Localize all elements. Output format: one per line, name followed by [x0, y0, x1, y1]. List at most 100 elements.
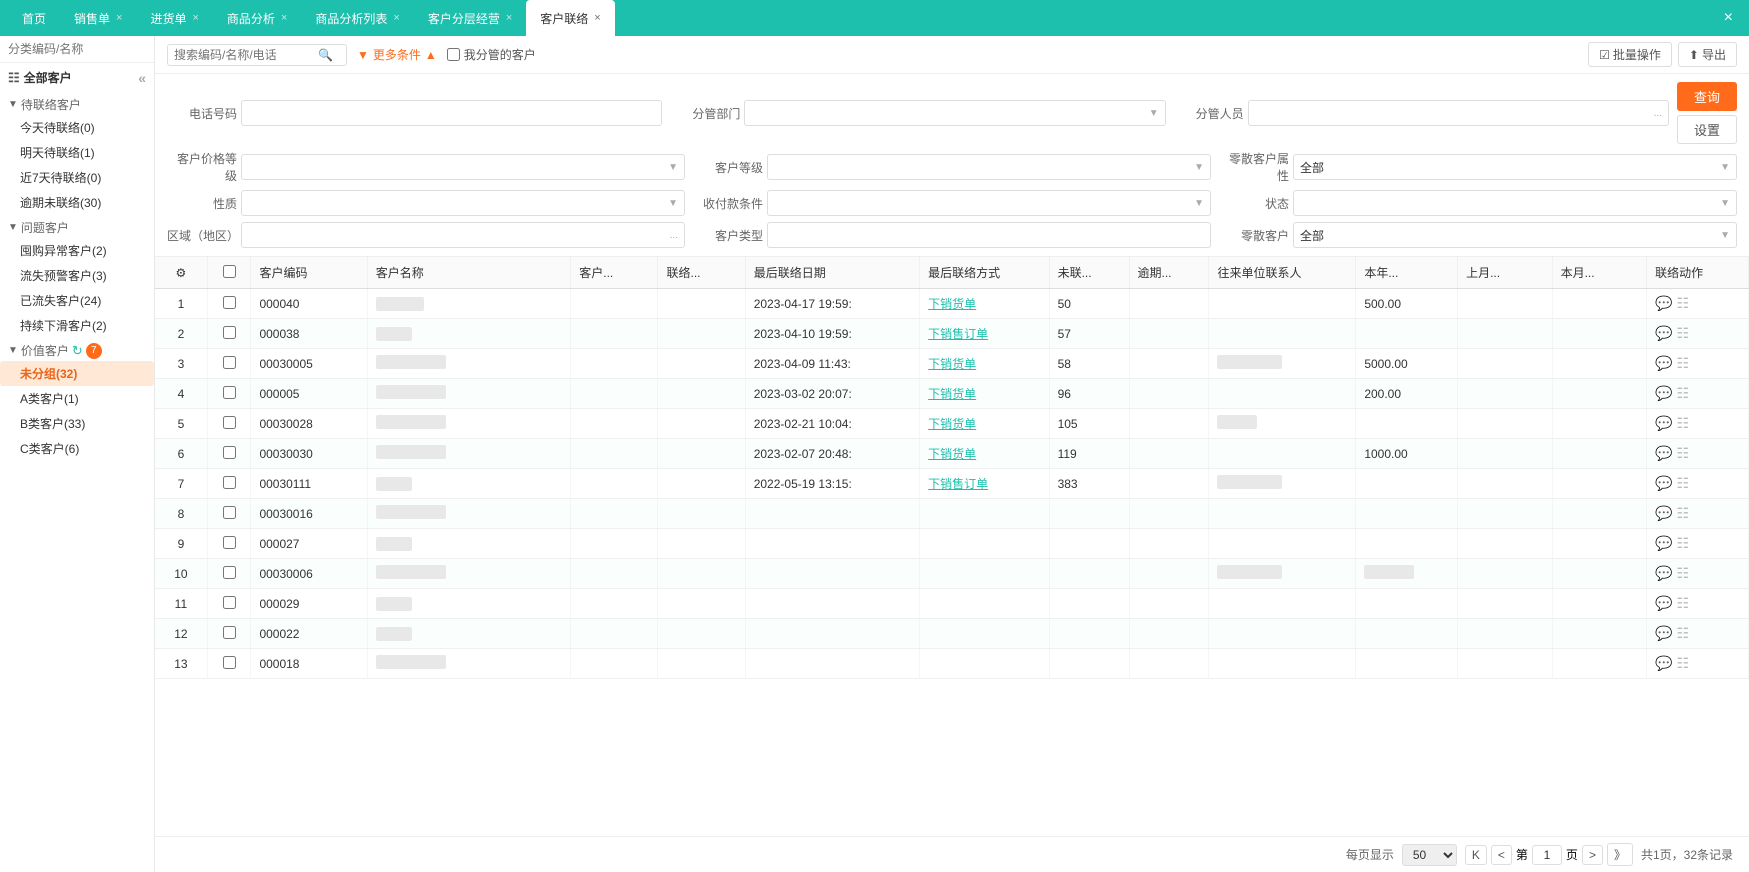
dept-select[interactable]: ▼ — [744, 100, 1165, 126]
scatter-cust-select[interactable]: 全部 ▼ — [1293, 222, 1737, 248]
comment-icon[interactable]: 💬 — [1655, 625, 1672, 642]
tab-customer-contact-close[interactable]: × — [594, 12, 600, 24]
sync-icon[interactable]: ↻ — [72, 343, 83, 359]
scatter-attr-select[interactable]: 全部 ▼ — [1293, 154, 1737, 180]
query-button[interactable]: 查询 — [1677, 82, 1737, 111]
first-page-btn[interactable]: K — [1465, 845, 1487, 865]
tab-purchase[interactable]: 进货单 × — [136, 0, 212, 36]
page-size-select[interactable]: 50 20 100 — [1402, 844, 1457, 866]
method-link[interactable]: 下销货单 — [928, 447, 976, 461]
grid-action-icon[interactable]: ☷ — [1677, 505, 1690, 522]
sidebar-item-tomorrow[interactable]: 明天待联络(1) — [0, 140, 154, 165]
page-input[interactable] — [1532, 845, 1562, 865]
sidebar-item-unassigned[interactable]: 未分组(32) — [0, 361, 154, 386]
method-link[interactable]: 下销售订单 — [928, 477, 988, 491]
last-page-btn[interactable]: 》 — [1607, 843, 1633, 866]
comment-icon[interactable]: 💬 — [1655, 355, 1672, 372]
comment-icon[interactable]: 💬 — [1655, 325, 1672, 342]
tab-sales-close[interactable]: × — [116, 12, 122, 24]
grid-action-icon[interactable]: ☷ — [1677, 655, 1690, 672]
cust-type-select[interactable] — [767, 222, 1211, 248]
tab-sales[interactable]: 销售单 × — [60, 0, 136, 36]
row-checkbox[interactable] — [223, 536, 236, 549]
row-checkbox[interactable] — [223, 476, 236, 489]
group-pending-contact[interactable]: ▼ 待联络客户 — [0, 92, 154, 115]
comment-icon[interactable]: 💬 — [1655, 535, 1672, 552]
collapse-sidebar-icon[interactable]: « — [138, 70, 146, 86]
comment-icon[interactable]: 💬 — [1655, 445, 1672, 462]
grid-action-icon[interactable]: ☷ — [1677, 385, 1690, 402]
grid-action-icon[interactable]: ☷ — [1677, 475, 1690, 492]
tab-product-analysis-list-close[interactable]: × — [393, 12, 399, 24]
cell-check[interactable] — [207, 349, 251, 379]
tab-product-analysis-close[interactable]: × — [281, 12, 287, 24]
grid-action-icon[interactable]: ☷ — [1677, 445, 1690, 462]
grid-action-icon[interactable]: ☷ — [1677, 565, 1690, 582]
close-all-tabs[interactable]: × — [1716, 9, 1741, 27]
price-grade-select[interactable]: ▼ — [241, 154, 685, 180]
region-select[interactable]: ... — [241, 222, 685, 248]
row-checkbox[interactable] — [223, 596, 236, 609]
cell-check[interactable] — [207, 499, 251, 529]
row-checkbox[interactable] — [223, 656, 236, 669]
sidebar-item-classC[interactable]: C类客户(6) — [0, 436, 154, 461]
cust-grade-select[interactable]: ▼ — [767, 154, 1211, 180]
sidebar-item-today[interactable]: 今天待联络(0) — [0, 115, 154, 140]
status-select[interactable]: ▼ — [1293, 190, 1737, 216]
grid-action-icon[interactable]: ☷ — [1677, 535, 1690, 552]
phone-input[interactable] — [241, 100, 662, 126]
row-checkbox[interactable] — [223, 326, 236, 339]
comment-icon[interactable]: 💬 — [1655, 655, 1672, 672]
row-checkbox[interactable] — [223, 386, 236, 399]
row-checkbox[interactable] — [223, 356, 236, 369]
check-all[interactable] — [223, 265, 236, 278]
cell-check[interactable] — [207, 319, 251, 349]
cell-check[interactable] — [207, 439, 251, 469]
sidebar-item-hoarding[interactable]: 囤购异常客户(2) — [0, 238, 154, 263]
sidebar-item-churn-warning[interactable]: 流失预警客户(3) — [0, 263, 154, 288]
row-checkbox[interactable] — [223, 506, 236, 519]
tab-product-analysis[interactable]: 商品分析 × — [213, 0, 301, 36]
prev-page-btn[interactable]: < — [1491, 845, 1512, 865]
row-checkbox[interactable] — [223, 416, 236, 429]
method-link[interactable]: 下销货单 — [928, 417, 976, 431]
sidebar-item-overdue[interactable]: 逾期未联络(30) — [0, 190, 154, 215]
cell-check[interactable] — [207, 589, 251, 619]
more-conditions-btn[interactable]: ▼ 更多条件 ▲ — [357, 46, 437, 63]
sidebar-item-declining[interactable]: 持续下滑客户(2) — [0, 313, 154, 338]
sidebar-item-churned[interactable]: 已流失客户(24) — [0, 288, 154, 313]
all-customers-header[interactable]: ☷ 全部客户 « — [0, 63, 154, 92]
cell-check[interactable] — [207, 529, 251, 559]
reset-button[interactable]: 设置 — [1677, 115, 1737, 144]
cell-check[interactable] — [207, 649, 251, 679]
group-problem-customer[interactable]: ▼ 问题客户 — [0, 215, 154, 238]
grid-action-icon[interactable]: ☷ — [1677, 355, 1690, 372]
my-customers-checkbox[interactable] — [447, 48, 460, 61]
my-customers-filter[interactable]: 我分管的客户 — [447, 46, 536, 63]
tab-purchase-close[interactable]: × — [192, 12, 198, 24]
comment-icon[interactable]: 💬 — [1655, 505, 1672, 522]
row-checkbox[interactable] — [223, 566, 236, 579]
row-checkbox[interactable] — [223, 446, 236, 459]
cell-check[interactable] — [207, 619, 251, 649]
sidebar-item-classB[interactable]: B类客户(33) — [0, 411, 154, 436]
manager-select[interactable]: ... — [1248, 100, 1669, 126]
sidebar-search-input[interactable] — [8, 42, 155, 56]
sidebar-item-classA[interactable]: A类客户(1) — [0, 386, 154, 411]
th-check[interactable] — [207, 257, 251, 289]
tab-product-analysis-list[interactable]: 商品分析列表 × — [301, 0, 413, 36]
export-button[interactable]: ⬆ 导出 — [1678, 42, 1737, 67]
method-link[interactable]: 下销货单 — [928, 297, 976, 311]
tab-customer-tier[interactable]: 客户分层经营 × — [414, 0, 526, 36]
comment-icon[interactable]: 💬 — [1655, 565, 1672, 582]
cell-check[interactable] — [207, 289, 251, 319]
grid-action-icon[interactable]: ☷ — [1677, 625, 1690, 642]
cell-check[interactable] — [207, 379, 251, 409]
nature-select[interactable]: ▼ — [241, 190, 685, 216]
row-checkbox[interactable] — [223, 296, 236, 309]
comment-icon[interactable]: 💬 — [1655, 595, 1672, 612]
payment-select[interactable]: ▼ — [767, 190, 1211, 216]
grid-action-icon[interactable]: ☷ — [1677, 325, 1690, 342]
batch-op-button[interactable]: ☑ 批量操作 — [1588, 42, 1672, 67]
grid-action-icon[interactable]: ☷ — [1677, 295, 1690, 312]
